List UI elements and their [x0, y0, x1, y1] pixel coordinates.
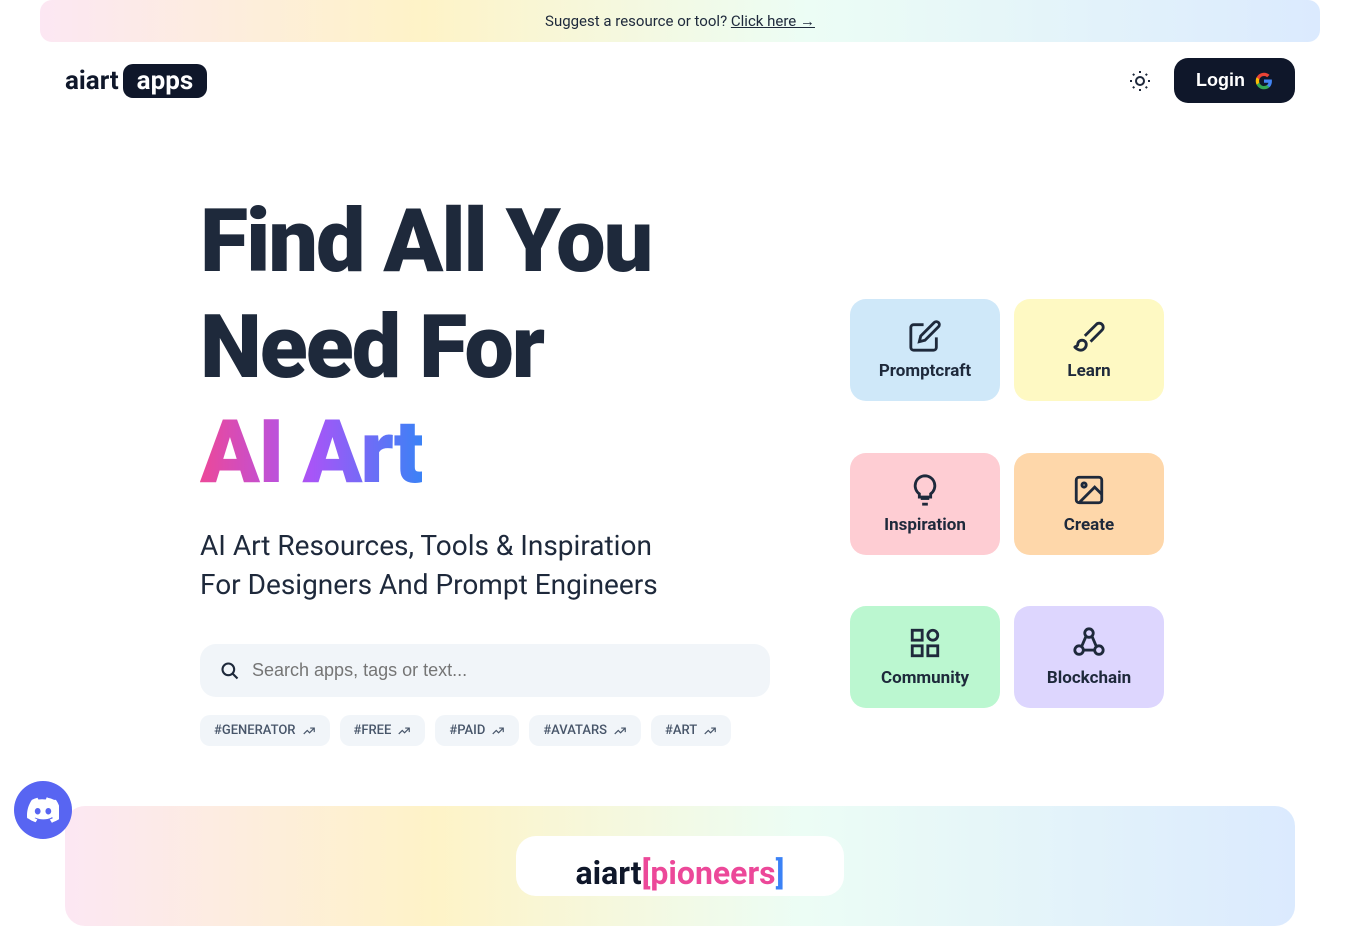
pioneers-text: pioneers	[650, 854, 775, 892]
category-community[interactable]: Community	[850, 606, 1000, 708]
login-label: Login	[1196, 70, 1245, 91]
suggestion-banner: Suggest a resource or tool? Click here →	[40, 0, 1320, 42]
google-icon	[1255, 72, 1273, 90]
hero-title-line2: Need For	[200, 296, 543, 399]
tag-label: #FREE	[354, 723, 392, 738]
tag-avatars[interactable]: #AVATARS	[529, 715, 641, 746]
grid-icon	[908, 626, 942, 660]
pioneers-card[interactable]: aiart[pioneers]	[516, 836, 845, 896]
hero-subtitle-line1: AI Art Resources, Tools & Inspiration	[200, 529, 652, 562]
logo-text-aiart: aiart	[65, 66, 119, 96]
tag-art[interactable]: #ART	[651, 715, 731, 746]
trending-icon	[703, 724, 717, 738]
category-inspiration[interactable]: Inspiration	[850, 453, 1000, 555]
banner-link[interactable]: Click here →	[731, 12, 815, 30]
tag-generator[interactable]: #GENERATOR	[200, 715, 330, 746]
hero-title-gradient: AI Art	[200, 400, 422, 506]
trending-icon	[302, 724, 316, 738]
tags-row: #GENERATOR #FREE #PAID #AVATARS #ART	[200, 715, 770, 746]
hero-title-line1: Find All You	[200, 190, 651, 293]
hero-title: Find All You Need For AI Art	[200, 189, 770, 506]
image-icon	[1072, 473, 1106, 507]
trending-icon	[613, 724, 627, 738]
brush-icon	[1072, 319, 1106, 353]
tag-label: #ART	[665, 723, 697, 738]
header-right: Login	[1122, 58, 1295, 103]
category-label: Learn	[1067, 361, 1110, 381]
search-input[interactable]	[252, 660, 750, 681]
pioneers-bracket-right: ]	[776, 854, 785, 892]
tag-label: #GENERATOR	[214, 723, 296, 738]
edit-icon	[908, 319, 942, 353]
tag-label: #AVATARS	[543, 723, 607, 738]
category-create[interactable]: Create	[1014, 453, 1164, 555]
search-icon	[220, 661, 240, 681]
category-label: Blockchain	[1047, 668, 1131, 688]
discord-icon	[27, 794, 59, 826]
hero-section: Find All You Need For AI Art AI Art Reso…	[200, 189, 770, 746]
lightbulb-icon	[908, 473, 942, 507]
category-promptcraft[interactable]: Promptcraft	[850, 299, 1000, 401]
trending-icon	[397, 724, 411, 738]
category-label: Community	[881, 668, 969, 688]
tag-paid[interactable]: #PAID	[435, 715, 519, 746]
category-blockchain[interactable]: Blockchain	[1014, 606, 1164, 708]
discord-button[interactable]	[14, 781, 72, 839]
hero-subtitle-line2: For Designers And Prompt Engineers	[200, 568, 658, 601]
category-learn[interactable]: Learn	[1014, 299, 1164, 401]
sun-icon	[1128, 69, 1152, 93]
pioneers-bracket-left: [	[642, 854, 651, 892]
login-button[interactable]: Login	[1174, 58, 1295, 103]
tag-free[interactable]: #FREE	[340, 715, 426, 746]
trending-icon	[491, 724, 505, 738]
search-box[interactable]	[200, 644, 770, 697]
category-label: Inspiration	[884, 515, 966, 535]
header: aiart apps Login	[0, 42, 1360, 119]
category-label: Create	[1064, 515, 1114, 535]
hero-subtitle: AI Art Resources, Tools & Inspiration Fo…	[200, 526, 770, 604]
theme-toggle-button[interactable]	[1122, 63, 1158, 99]
logo[interactable]: aiart apps	[65, 64, 207, 98]
tag-label: #PAID	[449, 723, 485, 738]
logo-text-apps: apps	[123, 64, 208, 98]
pioneers-aiart: aiart	[576, 854, 642, 892]
network-icon	[1072, 626, 1106, 660]
pioneers-banner: aiart[pioneers]	[65, 806, 1295, 926]
category-label: Promptcraft	[879, 361, 971, 381]
banner-text: Suggest a resource or tool?	[545, 12, 731, 30]
categories-grid: Promptcraft Learn Inspiration Create	[850, 189, 1164, 746]
main-content: Find All You Need For AI Art AI Art Reso…	[0, 119, 1360, 786]
pioneers-logo: aiart[pioneers]	[576, 854, 785, 892]
